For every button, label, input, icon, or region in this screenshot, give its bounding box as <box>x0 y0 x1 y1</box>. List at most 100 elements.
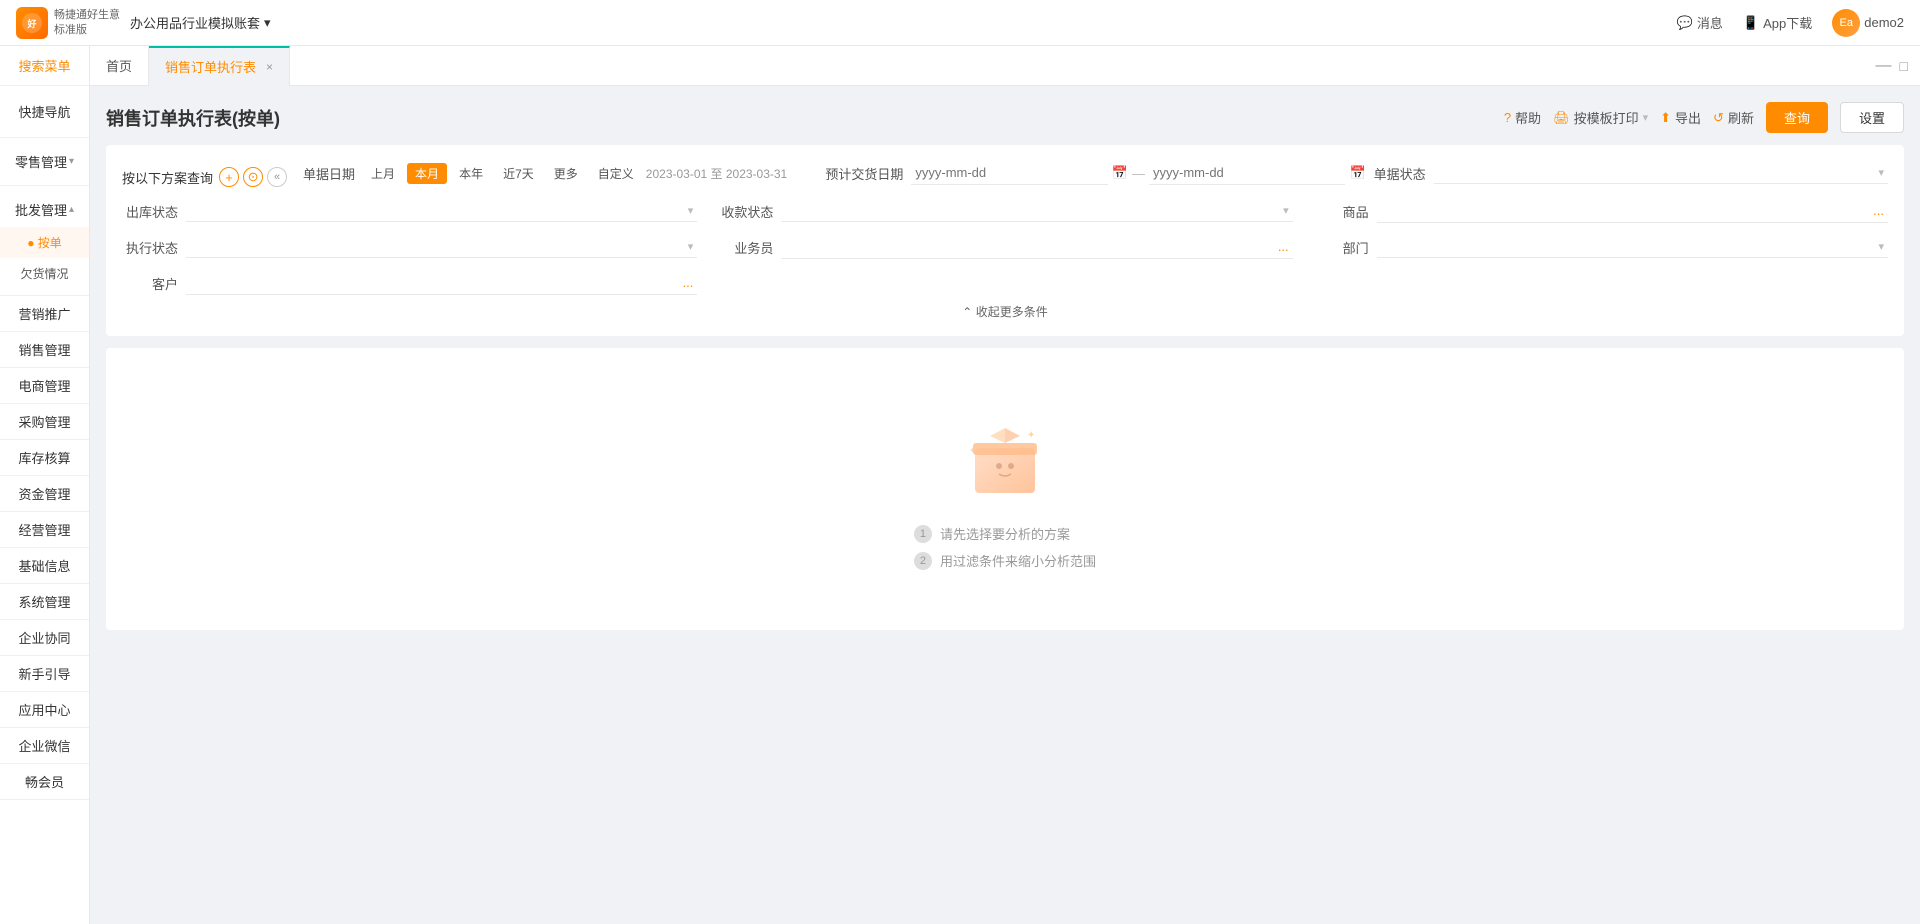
refresh-icon: ↺ <box>1713 110 1724 126</box>
sidebar-item-quick-nav[interactable]: 快捷导航 <box>0 94 89 129</box>
sidebar-item-ecommerce[interactable]: 电商管理 <box>0 368 89 404</box>
product-field[interactable]: ... <box>1377 199 1888 223</box>
product-dots-icon: ... <box>1873 203 1884 218</box>
tab-home[interactable]: 首页 <box>90 46 149 86</box>
print-icon: 🖨 <box>1553 110 1570 126</box>
customer-field[interactable]: ... <box>186 271 697 295</box>
payment-status-row: 收款状态 ▾ <box>717 199 1292 223</box>
scheme-collapse-btn[interactable]: « <box>267 167 287 187</box>
header-left: 好 畅捷通好生意 标准版 办公用品行业模拟账套 ▾ <box>16 7 271 39</box>
sidebar-item-inventory[interactable]: 库存核算 <box>0 440 89 476</box>
sidebar-sub-item-欠货情况[interactable]: 欠货情况 <box>0 258 89 289</box>
sidebar-item-finance[interactable]: 资金管理 <box>0 476 89 512</box>
payment-status-label: 收款状态 <box>717 202 773 221</box>
doc-status-field[interactable]: ▾ <box>1434 162 1888 184</box>
tab-maximize-btn[interactable]: □ <box>1900 58 1908 74</box>
empty-tip-1: 1 请先选择要分析的方案 <box>914 524 1096 543</box>
shipment-status-field[interactable]: ▾ <box>186 200 697 222</box>
app-selector[interactable]: 办公用品行业模拟账套 ▾ <box>130 13 271 32</box>
sidebar-sub-item-按单[interactable]: ● 按单 <box>0 227 89 258</box>
tab-bar: 首页 销售订单执行表 × — □ <box>90 46 1920 86</box>
message-btn[interactable]: 💬 消息 <box>1677 13 1723 32</box>
tip-num-1: 1 <box>914 525 932 543</box>
page-header: 销售订单执行表(按单) ? 帮助 🖨 按模板打印 ▾ ⬆ 导出 <box>106 102 1904 133</box>
empty-tips: 1 请先选择要分析的方案 2 用过滤条件来缩小分析范围 <box>914 524 1096 570</box>
quick-nav-section: 快捷导航 <box>0 86 89 138</box>
avatar: Ea <box>1832 9 1860 37</box>
department-row: 部门 ▾ <box>1313 235 1888 259</box>
empty-icon: ✦ ✦ <box>955 408 1055 508</box>
help-btn[interactable]: ? 帮助 <box>1504 108 1541 127</box>
date-btn-7days[interactable]: 近7天 <box>495 163 542 184</box>
expected-date-start-input[interactable] <box>911 161 1107 185</box>
tab-close-btn[interactable]: × <box>266 60 273 74</box>
filter-main-row: 单据日期 上月 本月 本年 近7天 更多 自定义 2023-03-01 至 20… <box>303 161 1888 185</box>
logo-area: 好 畅捷通好生意 标准版 <box>16 7 120 39</box>
sidebar-item-corp-wechat[interactable]: 企业微信 <box>0 728 89 764</box>
payment-status-field[interactable]: ▾ <box>781 200 1292 222</box>
tab-active[interactable]: 销售订单执行表 × <box>149 46 290 86</box>
tab-minimize-btn[interactable]: — <box>1876 57 1892 75</box>
user-profile[interactable]: Ea demo2 <box>1832 9 1904 37</box>
product-row: 商品 ... <box>1313 199 1888 223</box>
date-btn-custom[interactable]: 自定义 <box>590 163 642 184</box>
sidebar-search[interactable]: 搜索菜单 <box>0 46 89 86</box>
department-chevron-icon: ▾ <box>1878 240 1884 253</box>
template-print-btn[interactable]: 🖨 按模板打印 ▾ <box>1553 108 1648 127</box>
expected-date-end-input[interactable] <box>1149 161 1345 185</box>
shipment-status-label: 出库状态 <box>122 202 178 221</box>
date-dash: — <box>1132 166 1145 181</box>
settings-button[interactable]: 设置 <box>1840 102 1904 133</box>
download-icon: 📱 <box>1743 15 1759 31</box>
date-btn-more[interactable]: 更多 <box>546 163 586 184</box>
department-label: 部门 <box>1313 238 1369 257</box>
sidebar-item-member[interactable]: 畅会员 <box>0 764 89 800</box>
refresh-btn[interactable]: ↺ 刷新 <box>1713 108 1754 127</box>
salesperson-dots-icon: ... <box>1278 239 1289 254</box>
empty-tip-2: 2 用过滤条件来缩小分析范围 <box>914 551 1096 570</box>
exec-status-field[interactable]: ▾ <box>186 236 697 258</box>
sidebar-item-sales[interactable]: 销售管理 <box>0 332 89 368</box>
exec-chevron-icon: ▾ <box>688 240 694 253</box>
tab-bar-actions: — □ <box>1864 57 1920 75</box>
scheme-edit-btn[interactable]: ⊙ <box>243 167 263 187</box>
department-field[interactable]: ▾ <box>1377 236 1888 258</box>
date-btn-this-year[interactable]: 本年 <box>451 163 491 184</box>
app-download-btn[interactable]: 📱 App下载 <box>1743 13 1812 32</box>
salesperson-field[interactable]: ... <box>781 235 1292 259</box>
message-icon: 💬 <box>1677 15 1693 31</box>
page-title: 销售订单执行表(按单) <box>106 105 280 131</box>
sidebar-item-new-user[interactable]: 新手引导 <box>0 656 89 692</box>
export-btn[interactable]: ⬆ 导出 <box>1660 108 1701 127</box>
doc-status-label: 单据状态 <box>1374 164 1426 183</box>
svg-text:✦: ✦ <box>969 446 976 455</box>
date-btn-this-month[interactable]: 本月 <box>407 163 447 184</box>
date-filter-area: 上月 本月 本年 近7天 更多 自定义 2023-03-01 至 2023-03… <box>363 163 817 184</box>
scheme-add-btn[interactable]: + <box>219 167 239 187</box>
sidebar-item-wholesale: 批发管理 ▴ ● 按单 欠货情况 <box>0 186 89 296</box>
sidebar: 搜索菜单 快捷导航 零售管理 ▾ 批发管理 ▴ ● 按单 欠货情况 营销推广 销… <box>0 46 90 924</box>
sidebar-item-marketing[interactable]: 营销推广 <box>0 296 89 332</box>
calendar-start-icon: 📅 <box>1112 165 1128 181</box>
collapse-more-btn[interactable]: ⌃ 收起更多条件 <box>122 295 1888 320</box>
sidebar-item-purchase[interactable]: 采购管理 <box>0 404 89 440</box>
sidebar-item-retail: 零售管理 ▾ <box>0 138 89 186</box>
page-content: 销售订单执行表(按单) ? 帮助 🖨 按模板打印 ▾ ⬆ 导出 <box>90 86 1920 924</box>
sidebar-item-system[interactable]: 系统管理 <box>0 584 89 620</box>
sidebar-item-basic-info[interactable]: 基础信息 <box>0 548 89 584</box>
sidebar-item-operations[interactable]: 经营管理 <box>0 512 89 548</box>
customer-row: 客户 ... <box>122 271 697 295</box>
date-btn-last-month[interactable]: 上月 <box>363 163 403 184</box>
svg-text:好: 好 <box>26 18 36 29</box>
logo-icon: 好 <box>16 7 48 39</box>
top-header: 好 畅捷通好生意 标准版 办公用品行业模拟账套 ▾ 💬 消息 📱 App下载 E… <box>0 0 1920 46</box>
wholesale-mgmt-header[interactable]: 批发管理 ▴ <box>0 192 89 227</box>
calendar-end-icon: 📅 <box>1349 165 1365 181</box>
retail-mgmt-header[interactable]: 零售管理 ▾ <box>0 144 89 179</box>
date-shortcuts: 上月 本月 本年 近7天 更多 自定义 <box>363 163 642 184</box>
sidebar-item-app-center[interactable]: 应用中心 <box>0 692 89 728</box>
salesperson-row: 业务员 ... <box>717 235 1292 259</box>
query-button[interactable]: 查询 <box>1766 102 1828 133</box>
product-label: 商品 <box>1313 202 1369 221</box>
sidebar-item-corp-collab[interactable]: 企业协同 <box>0 620 89 656</box>
